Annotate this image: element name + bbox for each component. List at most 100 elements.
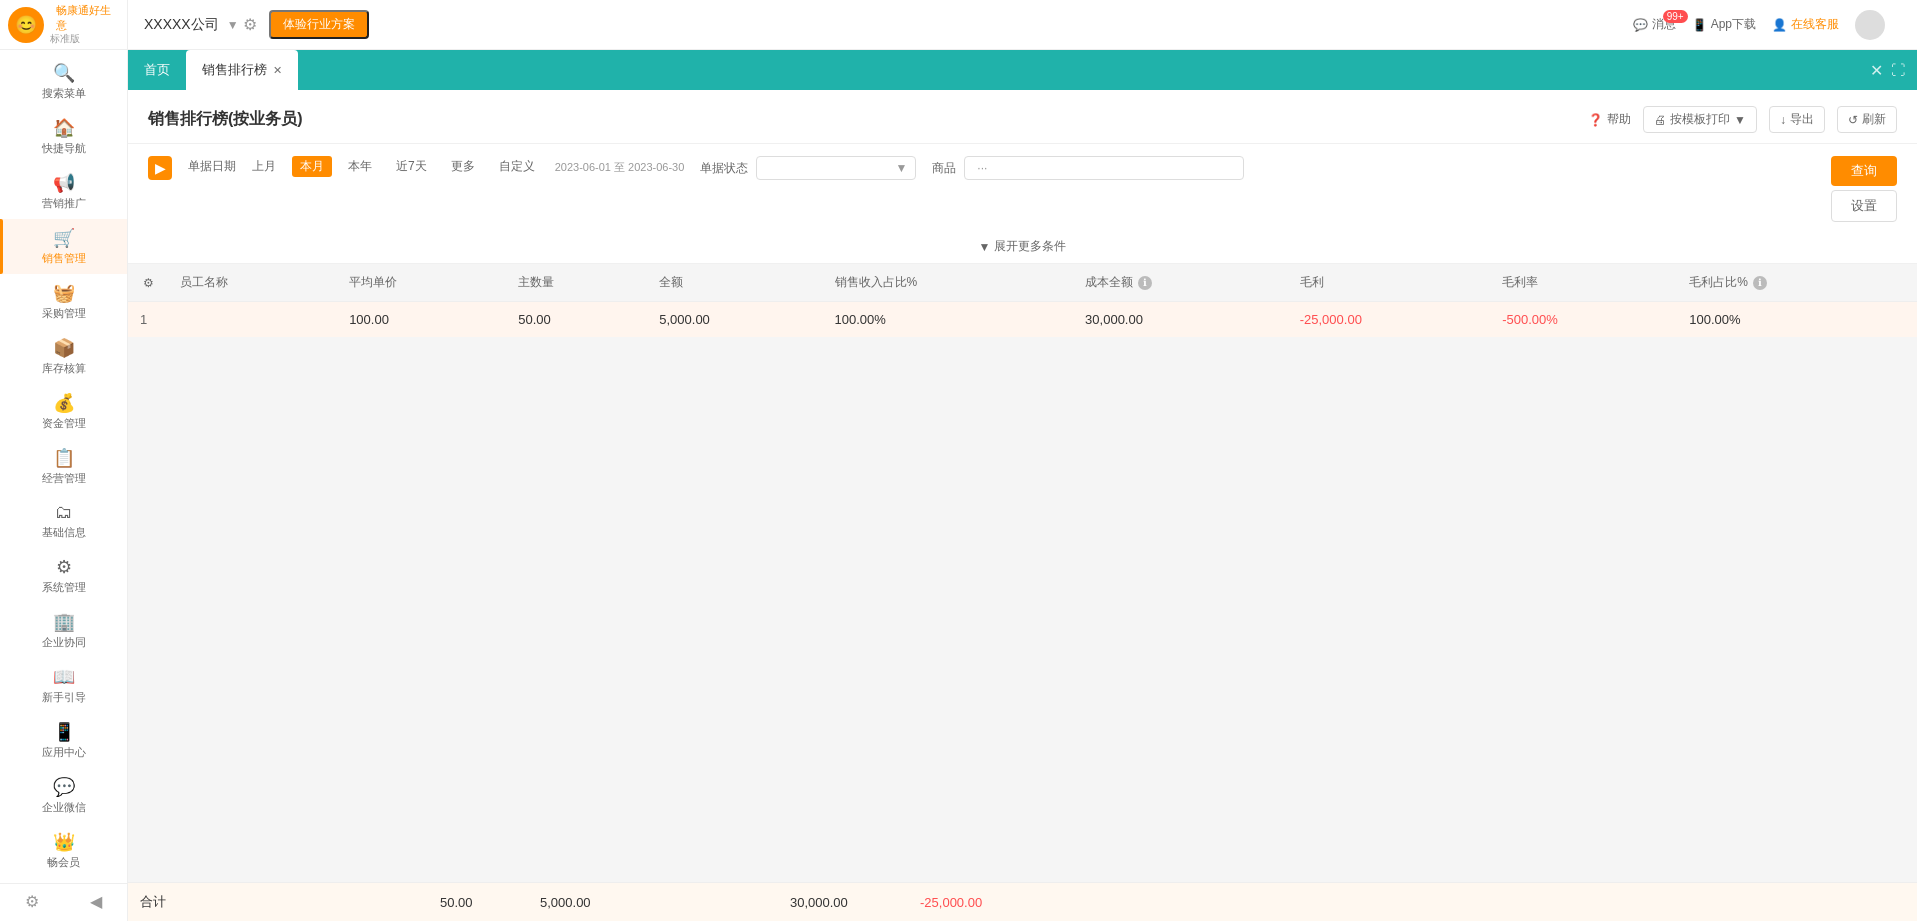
sidebar-label-basic: 基础信息 bbox=[42, 525, 86, 540]
page-container: 销售排行榜(按业务员) ❓ 帮助 🖨 按模板打印 ▼ ↓ 导出 ↺ 刷新 bbox=[128, 90, 1917, 338]
expand-conditions-btn[interactable]: ▼ 展开更多条件 bbox=[979, 238, 1067, 255]
company-chevron-icon: ▼ bbox=[227, 18, 239, 32]
td-total-0: 5,000.00 bbox=[647, 302, 822, 338]
basic-icon: 🗂 bbox=[55, 502, 73, 523]
date-btn-custom[interactable]: 自定义 bbox=[491, 156, 543, 177]
status-filter-group: 单据状态 ▼ bbox=[700, 156, 916, 180]
th-total: 全额 bbox=[647, 264, 822, 302]
sidebar-item-enterprise[interactable]: 🏢 企业协同 bbox=[0, 603, 127, 658]
app-label: App下载 bbox=[1711, 16, 1756, 33]
th-settings: ⚙ bbox=[128, 264, 168, 302]
sidebar-label-enterprise: 企业协同 bbox=[42, 635, 86, 650]
status-select-arrow-icon: ▼ bbox=[895, 161, 907, 175]
topbar-gear-icon[interactable]: ⚙ bbox=[243, 15, 257, 34]
tab-sales-ranking[interactable]: 销售排行榜 ✕ bbox=[186, 50, 298, 90]
td-name-0 bbox=[168, 302, 337, 338]
active-bar bbox=[0, 219, 3, 274]
sidebar-item-member[interactable]: 👑 畅会员 bbox=[0, 823, 127, 878]
sidebar-item-operation[interactable]: 📋 经营管理 bbox=[0, 439, 127, 494]
export-btn[interactable]: ↓ 导出 bbox=[1769, 106, 1825, 133]
date-btn-7days[interactable]: 近7天 bbox=[388, 156, 435, 177]
tab-home[interactable]: 首页 bbox=[128, 50, 186, 90]
sidebar-item-guide[interactable]: 📖 新手引导 bbox=[0, 658, 127, 713]
settings-icon[interactable]: ⚙ bbox=[25, 892, 39, 911]
table-wrap: ⚙ 员工名称 平均单价 主数量 全额 销售收入占比% 成本全额 ℹ 毛利 毛利率 bbox=[128, 264, 1917, 338]
date-btn-more[interactable]: 更多 bbox=[443, 156, 483, 177]
date-btn-last-month[interactable]: 上月 bbox=[244, 156, 284, 177]
sidebar-label-system: 系统管理 bbox=[42, 580, 86, 595]
online-service-btn[interactable]: 👤 在线客服 bbox=[1772, 16, 1839, 33]
member-icon: 👑 bbox=[53, 831, 75, 853]
td-avg-price-0: 100.00 bbox=[337, 302, 506, 338]
th-sales-pct: 销售收入占比% bbox=[823, 264, 1074, 302]
sidebar-item-inventory[interactable]: 📦 库存核算 bbox=[0, 329, 127, 384]
topbar: XXXXX公司 ▼ ⚙ 体验行业方案 💬 消息 99+ 📱 App下载 👤 在线… bbox=[128, 0, 1917, 50]
window-close-icon[interactable]: ✕ bbox=[1870, 61, 1883, 80]
th-gross: 毛利 bbox=[1288, 264, 1490, 302]
filter-toggle-btn[interactable]: ▶ bbox=[148, 156, 172, 180]
message-btn[interactable]: 💬 消息 99+ bbox=[1633, 16, 1676, 33]
sidebar-item-system[interactable]: ⚙ 系统管理 bbox=[0, 548, 127, 603]
sidebar-item-search[interactable]: 🔍 搜索菜单 bbox=[0, 54, 127, 109]
th-qty: 主数量 bbox=[506, 264, 647, 302]
sidebar-label-operation: 经营管理 bbox=[42, 471, 86, 486]
setting-btn[interactable]: 设置 bbox=[1831, 190, 1897, 222]
tabbar-right: ✕ ⛶ bbox=[1870, 61, 1917, 80]
status-select[interactable]: ▼ bbox=[756, 156, 916, 180]
table-footer: 合计 50.00 5,000.00 30,000.00 -25,000.00 bbox=[128, 882, 1917, 921]
service-label: 在线客服 bbox=[1791, 16, 1839, 33]
finance-icon: 💰 bbox=[53, 392, 75, 414]
th-gross-rate: 毛利率 bbox=[1490, 264, 1677, 302]
footer-label: 合计 bbox=[140, 893, 240, 911]
sidebar-nav: 🔍 搜索菜单🏠 快捷导航📢 营销推广🛒 销售管理🧺 采购管理📦 库存核算💰 资金… bbox=[0, 50, 127, 883]
trial-btn[interactable]: 体验行业方案 bbox=[269, 10, 369, 39]
sidebar-label-wechat: 企业微信 bbox=[42, 800, 86, 815]
cost-info-icon[interactable]: ℹ bbox=[1138, 276, 1152, 290]
app-download-btn[interactable]: 📱 App下载 bbox=[1692, 16, 1756, 33]
settings-icon[interactable]: ⚙ bbox=[143, 276, 154, 290]
tab-close-icon[interactable]: ✕ bbox=[273, 64, 282, 77]
print-btn[interactable]: 🖨 按模板打印 ▼ bbox=[1643, 106, 1757, 133]
footer-qty-val: 50.00 bbox=[440, 895, 540, 910]
window-expand-icon[interactable]: ⛶ bbox=[1891, 62, 1905, 78]
table-row: 1 100.00 50.00 5,000.00 100.00% 30,000.0… bbox=[128, 302, 1917, 338]
sidebar-label-apps: 应用中心 bbox=[42, 745, 86, 760]
message-badge: 99+ bbox=[1663, 10, 1688, 23]
print-icon: 🖨 bbox=[1654, 113, 1666, 127]
date-btn-current-month[interactable]: 本月 bbox=[292, 156, 332, 177]
sidebar-item-sales[interactable]: 🛒 销售管理 bbox=[0, 219, 127, 274]
logo-icon: 😊 bbox=[8, 7, 44, 43]
help-btn[interactable]: ❓ 帮助 bbox=[1588, 111, 1631, 128]
sidebar-item-apps[interactable]: 📱 应用中心 bbox=[0, 713, 127, 768]
sidebar-item-purchase[interactable]: 🧺 采购管理 bbox=[0, 274, 127, 329]
sidebar-item-marketing[interactable]: 📢 营销推广 bbox=[0, 164, 127, 219]
sidebar-label-finance: 资金管理 bbox=[42, 416, 86, 431]
company-selector[interactable]: XXXXX公司 ▼ bbox=[144, 16, 239, 34]
user-avatar[interactable] bbox=[1855, 10, 1885, 40]
system-icon: ⚙ bbox=[56, 556, 72, 578]
date-btn-current-year[interactable]: 本年 bbox=[340, 156, 380, 177]
collapse-icon[interactable]: ◀ bbox=[90, 892, 102, 911]
refresh-btn[interactable]: ↺ 刷新 bbox=[1837, 106, 1897, 133]
goods-input[interactable]: ··· bbox=[964, 156, 1244, 180]
gross-pct-info-icon[interactable]: ℹ bbox=[1753, 276, 1767, 290]
tab-sales-ranking-label: 销售排行榜 bbox=[202, 61, 267, 79]
message-icon: 💬 bbox=[1633, 18, 1648, 32]
help-icon: ❓ bbox=[1588, 113, 1603, 127]
date-filter-label: 单据日期 bbox=[188, 158, 236, 175]
sidebar-item-basic[interactable]: 🗂 基础信息 bbox=[0, 494, 127, 548]
sidebar-item-finance[interactable]: 💰 资金管理 bbox=[0, 384, 127, 439]
sales-icon: 🛒 bbox=[53, 227, 75, 249]
goods-more-icon[interactable]: ··· bbox=[973, 161, 991, 175]
sidebar-item-shortcut[interactable]: 🏠 快捷导航 bbox=[0, 109, 127, 164]
expand-icon: ▼ bbox=[979, 240, 991, 254]
th-avg-price: 平均单价 bbox=[337, 264, 506, 302]
sidebar-bottom: ⚙ ◀ bbox=[0, 883, 127, 921]
date-range-display: 2023-06-01 至 2023-06-30 bbox=[555, 160, 685, 175]
sidebar-label-guide: 新手引导 bbox=[42, 690, 86, 705]
sidebar-item-wechat[interactable]: 💬 企业微信 bbox=[0, 768, 127, 823]
sidebar-logo: 😊 畅康通好生意 标准版 bbox=[0, 0, 127, 50]
th-gross-pct: 毛利占比% ℹ bbox=[1677, 264, 1917, 302]
td-rank-0: 1 bbox=[128, 302, 168, 338]
query-btn[interactable]: 查询 bbox=[1831, 156, 1897, 186]
